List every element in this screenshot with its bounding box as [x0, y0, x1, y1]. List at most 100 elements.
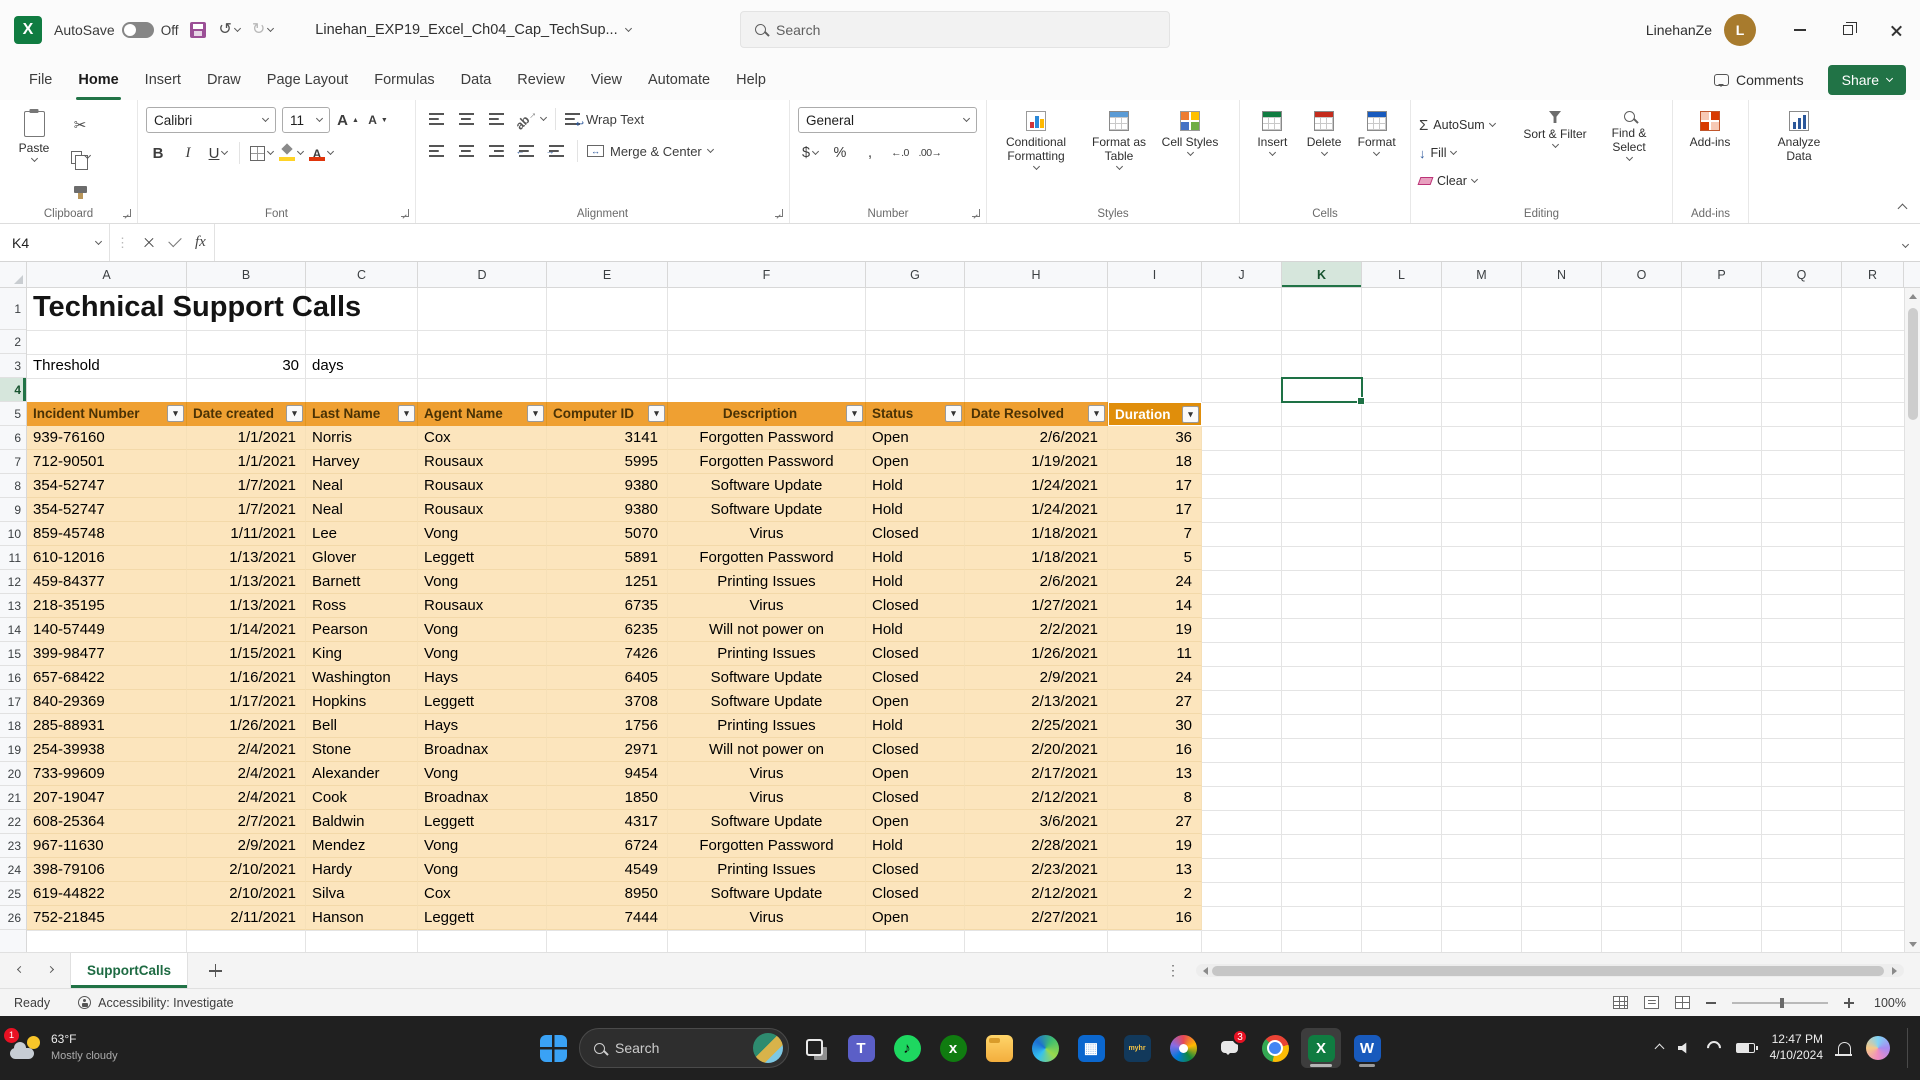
zoom-in-button[interactable]	[1844, 998, 1854, 1008]
row-header-selected[interactable]: 4	[0, 378, 26, 402]
cell-computer-id[interactable]: 6735	[547, 594, 668, 618]
cell-computer-id[interactable]: 1850	[547, 786, 668, 810]
spotify-icon[interactable]: ♪	[887, 1028, 927, 1068]
tab-formulas[interactable]: Formulas	[361, 60, 447, 100]
page-break-view-button[interactable]	[1675, 996, 1690, 1009]
cell-date-resolved[interactable]: 1/19/2021	[965, 450, 1108, 474]
cell-description[interactable]: Virus	[668, 522, 866, 546]
chevron-down-icon[interactable]	[540, 114, 547, 121]
cell-agent-name[interactable]: Cox	[418, 882, 547, 906]
cell-status[interactable]: Closed	[866, 882, 965, 906]
cell-last-name[interactable]: Hardy	[306, 858, 418, 882]
cell-status[interactable]: Open	[866, 906, 965, 930]
chevron-down-icon[interactable]	[812, 148, 819, 155]
user-name[interactable]: LinehanZe	[1646, 22, 1712, 38]
cell-duration[interactable]: 16	[1108, 738, 1202, 762]
cell-agent-name[interactable]: Leggett	[418, 690, 547, 714]
cell-date-created[interactable]: 1/13/2021	[187, 594, 306, 618]
tab-page-layout[interactable]: Page Layout	[254, 60, 361, 100]
threshold-value-cell[interactable]: 30	[187, 354, 299, 378]
format-as-table-button[interactable]: Format as Table	[1083, 107, 1155, 205]
cell-description[interactable]: Printing Issues	[668, 714, 866, 738]
cell-description[interactable]: Will not power on	[668, 618, 866, 642]
cell-agent-name[interactable]: Leggett	[418, 810, 547, 834]
table-header-cell[interactable]: Incident Number	[27, 402, 187, 426]
volume-icon[interactable]	[1678, 1042, 1692, 1054]
column-header[interactable]: G	[866, 262, 965, 287]
cell-description[interactable]: Printing Issues	[668, 858, 866, 882]
autosum-button[interactable]: AutoSum	[1419, 113, 1495, 137]
table-header-cell[interactable]: Description	[668, 402, 866, 426]
column-header[interactable]: B	[187, 262, 306, 287]
cell-duration[interactable]: 14	[1108, 594, 1202, 618]
taskbar-search[interactable]: Search	[579, 1028, 789, 1068]
cell-date-created[interactable]: 1/15/2021	[187, 642, 306, 666]
cell-date-created[interactable]: 1/17/2021	[187, 690, 306, 714]
clock[interactable]: 12:47 PM 4/10/2024	[1770, 1032, 1823, 1063]
cell-incident-number[interactable]: 608-25364	[27, 810, 187, 834]
cell-duration[interactable]: 18	[1108, 450, 1202, 474]
column-header[interactable]: C	[306, 262, 418, 287]
cell-computer-id[interactable]: 5995	[547, 450, 668, 474]
xbox-icon[interactable]: x	[933, 1028, 973, 1068]
scroll-up-button[interactable]	[1909, 288, 1917, 304]
table-header-cell[interactable]: Date created	[187, 402, 306, 426]
cell-incident-number[interactable]: 207-19047	[27, 786, 187, 810]
middle-align-button[interactable]	[454, 107, 478, 131]
cell-date-resolved[interactable]: 1/18/2021	[965, 546, 1108, 570]
vertical-scrollbar[interactable]	[1904, 288, 1920, 952]
cell-last-name[interactable]: Hopkins	[306, 690, 418, 714]
cell-date-created[interactable]: 1/1/2021	[187, 450, 306, 474]
merge-center-button[interactable]: Merge & Center	[587, 139, 713, 163]
cell-computer-id[interactable]: 4317	[547, 810, 668, 834]
cell-agent-name[interactable]: Vong	[418, 618, 547, 642]
document-title[interactable]: Linehan_EXP19_Excel_Ch04_Cap_TechSup...	[315, 22, 630, 38]
filter-dropdown-icon[interactable]	[648, 405, 665, 422]
column-header[interactable]: F	[668, 262, 866, 287]
clear-button[interactable]: Clear	[1419, 169, 1477, 193]
cell-computer-id[interactable]: 5070	[547, 522, 668, 546]
column-header[interactable]: Q	[1762, 262, 1842, 287]
cell-date-resolved[interactable]: 2/6/2021	[965, 570, 1108, 594]
cell-incident-number[interactable]: 840-29369	[27, 690, 187, 714]
column-header[interactable]: P	[1682, 262, 1762, 287]
tab-file[interactable]: File	[16, 60, 65, 100]
zoom-out-button[interactable]	[1706, 1002, 1716, 1004]
cell-duration[interactable]: 27	[1108, 690, 1202, 714]
cell-date-created[interactable]: 2/11/2021	[187, 906, 306, 930]
table-header-cell[interactable]: Agent Name	[418, 402, 547, 426]
cell-computer-id[interactable]: 3141	[547, 426, 668, 450]
tab-review[interactable]: Review	[504, 60, 578, 100]
row-header[interactable]: 13	[0, 594, 26, 618]
cancel-icon[interactable]	[143, 237, 155, 249]
cell-computer-id[interactable]: 6724	[547, 834, 668, 858]
cell-duration[interactable]: 30	[1108, 714, 1202, 738]
cell-agent-name[interactable]: Cox	[418, 426, 547, 450]
accessibility-status[interactable]: Accessibility: Investigate	[78, 996, 233, 1010]
cell-incident-number[interactable]: 140-57449	[27, 618, 187, 642]
new-sheet-button[interactable]	[198, 964, 232, 977]
cell-status[interactable]: Closed	[866, 642, 965, 666]
threshold-label-cell[interactable]: Threshold	[33, 354, 100, 378]
cell-incident-number[interactable]: 459-84377	[27, 570, 187, 594]
expand-formula-bar-button[interactable]	[1891, 234, 1920, 252]
chevron-down-icon[interactable]	[1551, 141, 1558, 148]
file-explorer-icon[interactable]	[979, 1028, 1019, 1068]
cell-date-resolved[interactable]: 1/24/2021	[965, 474, 1108, 498]
increase-indent-button[interactable]	[544, 139, 568, 163]
cell-incident-number[interactable]: 859-45748	[27, 522, 187, 546]
paste-button[interactable]: Paste	[8, 107, 60, 205]
cell-incident-number[interactable]: 967-11630	[27, 834, 187, 858]
tab-insert[interactable]: Insert	[132, 60, 194, 100]
cell-agent-name[interactable]: Vong	[418, 858, 547, 882]
comma-style-button[interactable]: ,	[858, 141, 882, 165]
cell-last-name[interactable]: Lee	[306, 522, 418, 546]
tab-data[interactable]: Data	[448, 60, 505, 100]
decrease-indent-button[interactable]	[514, 139, 538, 163]
cell-computer-id[interactable]: 8950	[547, 882, 668, 906]
cell-date-resolved[interactable]: 2/6/2021	[965, 426, 1108, 450]
column-header[interactable]: E	[547, 262, 668, 287]
cell-status[interactable]: Open	[866, 762, 965, 786]
next-sheet-button[interactable]	[40, 970, 60, 972]
filter-dropdown-icon[interactable]	[398, 405, 415, 422]
